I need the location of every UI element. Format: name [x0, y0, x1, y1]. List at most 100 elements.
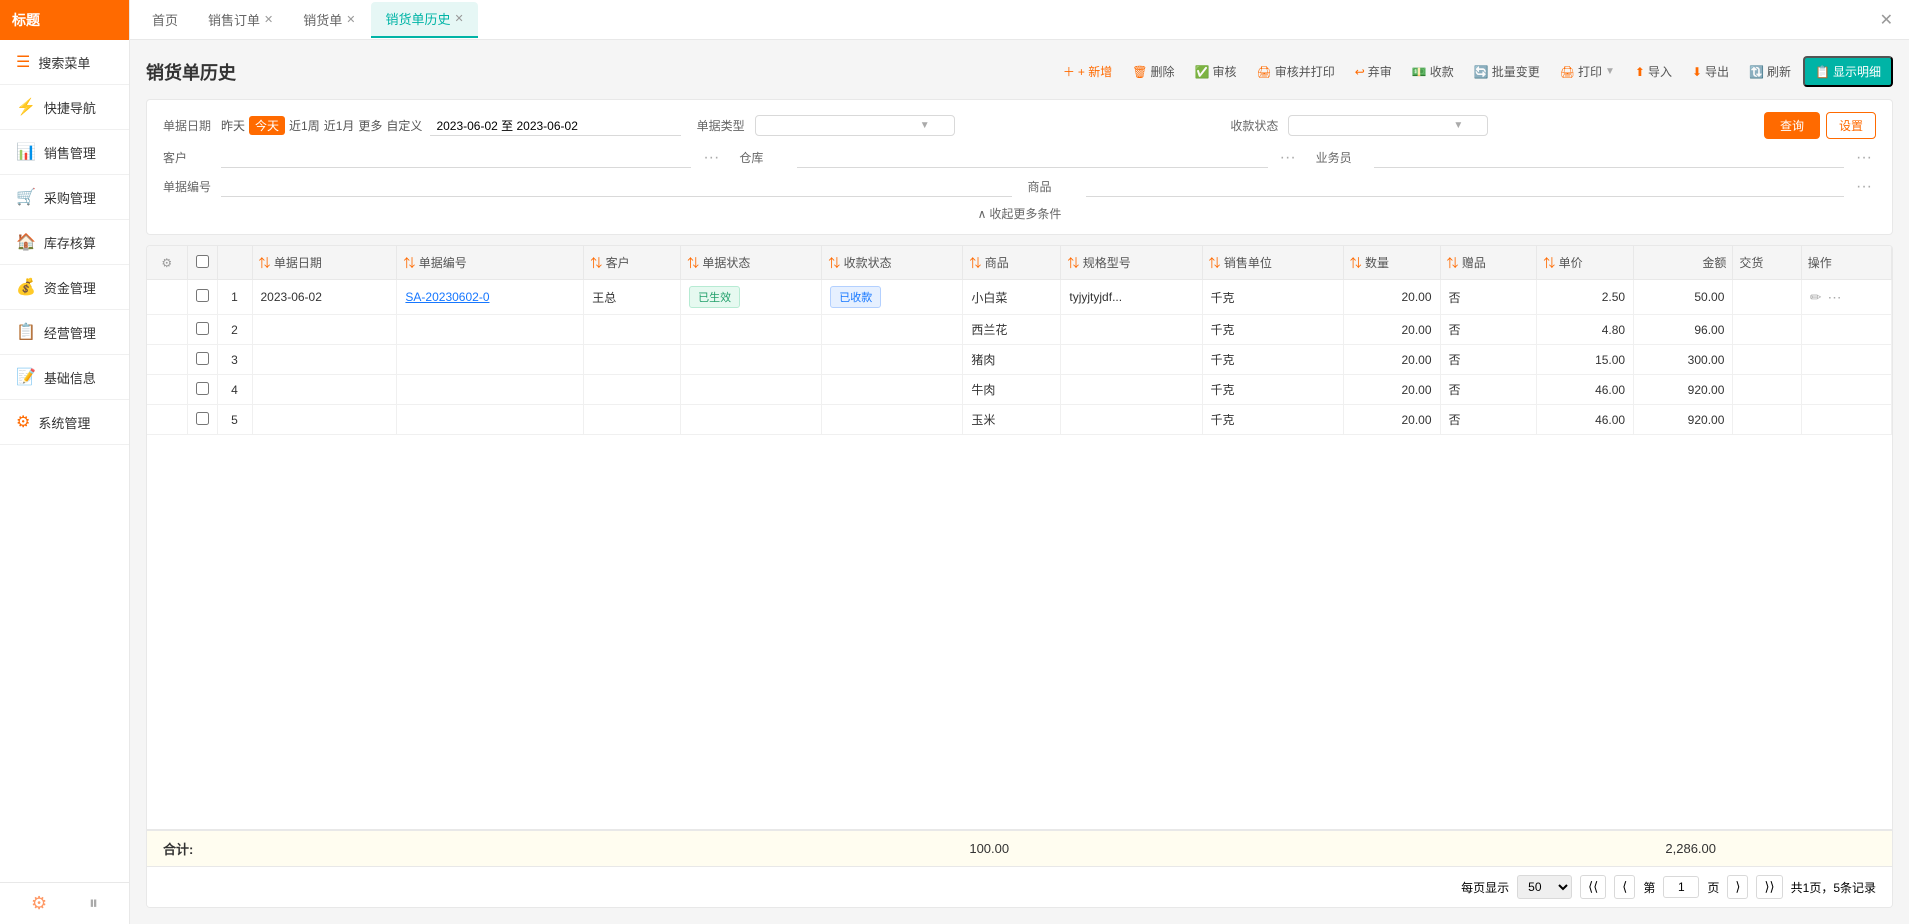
goods-input[interactable]: [1086, 176, 1845, 197]
col-qty[interactable]: ⇅ 数量: [1343, 246, 1440, 280]
delete-button[interactable]: 🗑 删除: [1124, 59, 1182, 84]
cell-check: [187, 315, 217, 345]
sidebar-pause-icon[interactable]: ⏸: [89, 893, 98, 914]
sidebar-item-purchase-mgmt[interactable]: 🛒 采购管理: [0, 175, 129, 220]
date-range-input[interactable]: [430, 115, 680, 136]
tab-home-label: 首页: [152, 10, 178, 29]
collect-status-select[interactable]: ▼: [1288, 115, 1488, 136]
cell-doc-no: [397, 375, 584, 405]
review-button[interactable]: ✅ 审核: [1187, 59, 1245, 84]
tab-sales-history-close[interactable]: ✕: [455, 12, 464, 25]
sidebar-item-quick-nav[interactable]: ⚡ 快捷导航: [0, 85, 129, 130]
first-page-button[interactable]: ⟨⟨: [1580, 875, 1606, 899]
query-button[interactable]: 查询: [1764, 112, 1820, 139]
col-customer[interactable]: ⇅ 客户: [584, 246, 681, 280]
shortcut-week[interactable]: 近1周: [289, 117, 320, 134]
import-button[interactable]: ⬆ 导入: [1627, 59, 1680, 84]
display-button[interactable]: 📋 显示明细: [1803, 56, 1893, 87]
print-arrow-icon: ▼: [1605, 66, 1615, 77]
collect-button[interactable]: 💵 收款: [1404, 59, 1462, 84]
cell-customer: [584, 315, 681, 345]
row-checkbox[interactable]: [196, 352, 209, 365]
customer-dots-icon[interactable]: ···: [699, 149, 723, 167]
col-docno[interactable]: ⇅ 单据编号: [397, 246, 584, 280]
tab-sales-delivery[interactable]: 销货单 ✕: [289, 2, 369, 38]
shortcut-month[interactable]: 近1月: [324, 117, 355, 134]
page-input[interactable]: [1663, 876, 1699, 898]
row-checkbox[interactable]: [196, 322, 209, 335]
abandon-button[interactable]: ↩ 弃审: [1347, 59, 1400, 84]
col-gift[interactable]: ⇅ 赠品: [1440, 246, 1537, 280]
doc-type-label: 单据类型: [697, 117, 747, 134]
col-date[interactable]: ⇅ 单据日期: [252, 246, 397, 280]
cell-amount: 300.00: [1634, 345, 1733, 375]
staff-dots-icon[interactable]: ···: [1852, 149, 1876, 167]
cell-customer: 王总: [584, 280, 681, 315]
select-all-checkbox[interactable]: [196, 255, 209, 268]
col-goods[interactable]: ⇅ 商品: [963, 246, 1061, 280]
row-checkbox[interactable]: [196, 412, 209, 425]
tab-sales-history[interactable]: 销货单历史 ✕: [371, 2, 477, 38]
print-button[interactable]: 🖨 打印 ▼: [1552, 59, 1623, 84]
cell-unit-price: 46.00: [1537, 405, 1634, 435]
shortcut-today[interactable]: 今天: [249, 116, 285, 135]
tab-sales-delivery-close[interactable]: ✕: [346, 13, 355, 26]
col-amount[interactable]: 金额: [1634, 246, 1733, 280]
abandon-icon: ↩: [1355, 65, 1365, 79]
refresh-icon: 🔃: [1749, 65, 1764, 79]
doc-type-select[interactable]: ▼: [755, 115, 955, 136]
sidebar-settings-icon[interactable]: ⚙: [31, 893, 47, 914]
row-checkbox[interactable]: [196, 289, 209, 302]
sidebar-title: 标题: [12, 10, 40, 30]
sidebar-item-search-menu[interactable]: ☰ 搜索菜单: [0, 40, 129, 85]
col-sales-unit[interactable]: ⇅ 销售单位: [1202, 246, 1343, 280]
sidebar-item-sys-mgmt[interactable]: ⚙ 系统管理: [0, 400, 129, 445]
more-action-icon[interactable]: ⋯: [1828, 289, 1842, 306]
ops-icon: 📋: [16, 322, 36, 342]
edit-action-icon[interactable]: ✏: [1810, 289, 1822, 306]
tab-home[interactable]: 首页: [138, 2, 192, 38]
collect-icon: 💵: [1412, 65, 1427, 79]
doc-no-link[interactable]: SA-20230602-0: [405, 290, 489, 304]
shortcut-yesterday[interactable]: 昨天: [221, 117, 245, 134]
sidebar-item-sales-mgmt[interactable]: 📊 销售管理: [0, 130, 129, 175]
last-page-button[interactable]: ⟩⟩: [1756, 875, 1782, 899]
sidebar-item-inventory[interactable]: 🏠 库存核算: [0, 220, 129, 265]
col-spec[interactable]: ⇅ 规格型号: [1061, 246, 1202, 280]
col-collect-status[interactable]: ⇅ 收款状态: [822, 246, 963, 280]
review-print-button[interactable]: 🖨 审核并打印: [1248, 59, 1342, 84]
col-settings[interactable]: ⚙: [147, 246, 187, 280]
shortcut-custom[interactable]: 自定义: [386, 117, 422, 134]
cell-qty: 20.00: [1343, 315, 1440, 345]
next-page-button[interactable]: ⟩: [1727, 875, 1748, 899]
warehouse-dots-icon[interactable]: ···: [1276, 149, 1300, 167]
sidebar-item-basic-info[interactable]: 📝 基础信息: [0, 355, 129, 400]
staff-input[interactable]: [1374, 147, 1844, 168]
warehouse-input[interactable]: [797, 147, 1267, 168]
customer-input[interactable]: [221, 147, 691, 168]
goods-dots-icon[interactable]: ···: [1852, 178, 1876, 196]
sidebar-item-ops[interactable]: 📋 经营管理: [0, 310, 129, 355]
cell-unit-price: 4.80: [1537, 315, 1634, 345]
cell-no: 5: [217, 405, 252, 435]
new-button[interactable]: ＋ + 新增: [1055, 59, 1120, 84]
per-page-select[interactable]: 50 100 200: [1517, 875, 1572, 899]
cell-doc-status: [681, 375, 822, 405]
refresh-button[interactable]: 🔃 刷新: [1741, 59, 1799, 84]
batch-change-button[interactable]: 🔄 批量变更: [1466, 59, 1548, 84]
row-checkbox[interactable]: [196, 382, 209, 395]
shortcut-more[interactable]: 更多: [358, 117, 382, 134]
col-doc-status[interactable]: ⇅ 单据状态: [681, 246, 822, 280]
tab-sales-order-close[interactable]: ✕: [264, 13, 273, 26]
collapse-button[interactable]: ∧ 收起更多条件: [978, 205, 1062, 222]
docno-input[interactable]: [221, 176, 1012, 197]
col-unit-price[interactable]: ⇅ 单价: [1537, 246, 1634, 280]
filter-settings-button[interactable]: 设置: [1826, 112, 1876, 139]
tab-sales-order[interactable]: 销售订单 ✕: [194, 2, 287, 38]
filter-row-1: 单据日期 昨天 今天 近1周 近1月 更多 自定义 单据类型: [163, 112, 1876, 139]
export-button[interactable]: ⬇ 导出: [1684, 59, 1737, 84]
close-all-tabs-icon[interactable]: ✕: [1872, 10, 1901, 30]
prev-page-button[interactable]: ⟨: [1614, 875, 1635, 899]
cell-amount: 920.00: [1634, 375, 1733, 405]
sidebar-item-finance[interactable]: 💰 资金管理: [0, 265, 129, 310]
